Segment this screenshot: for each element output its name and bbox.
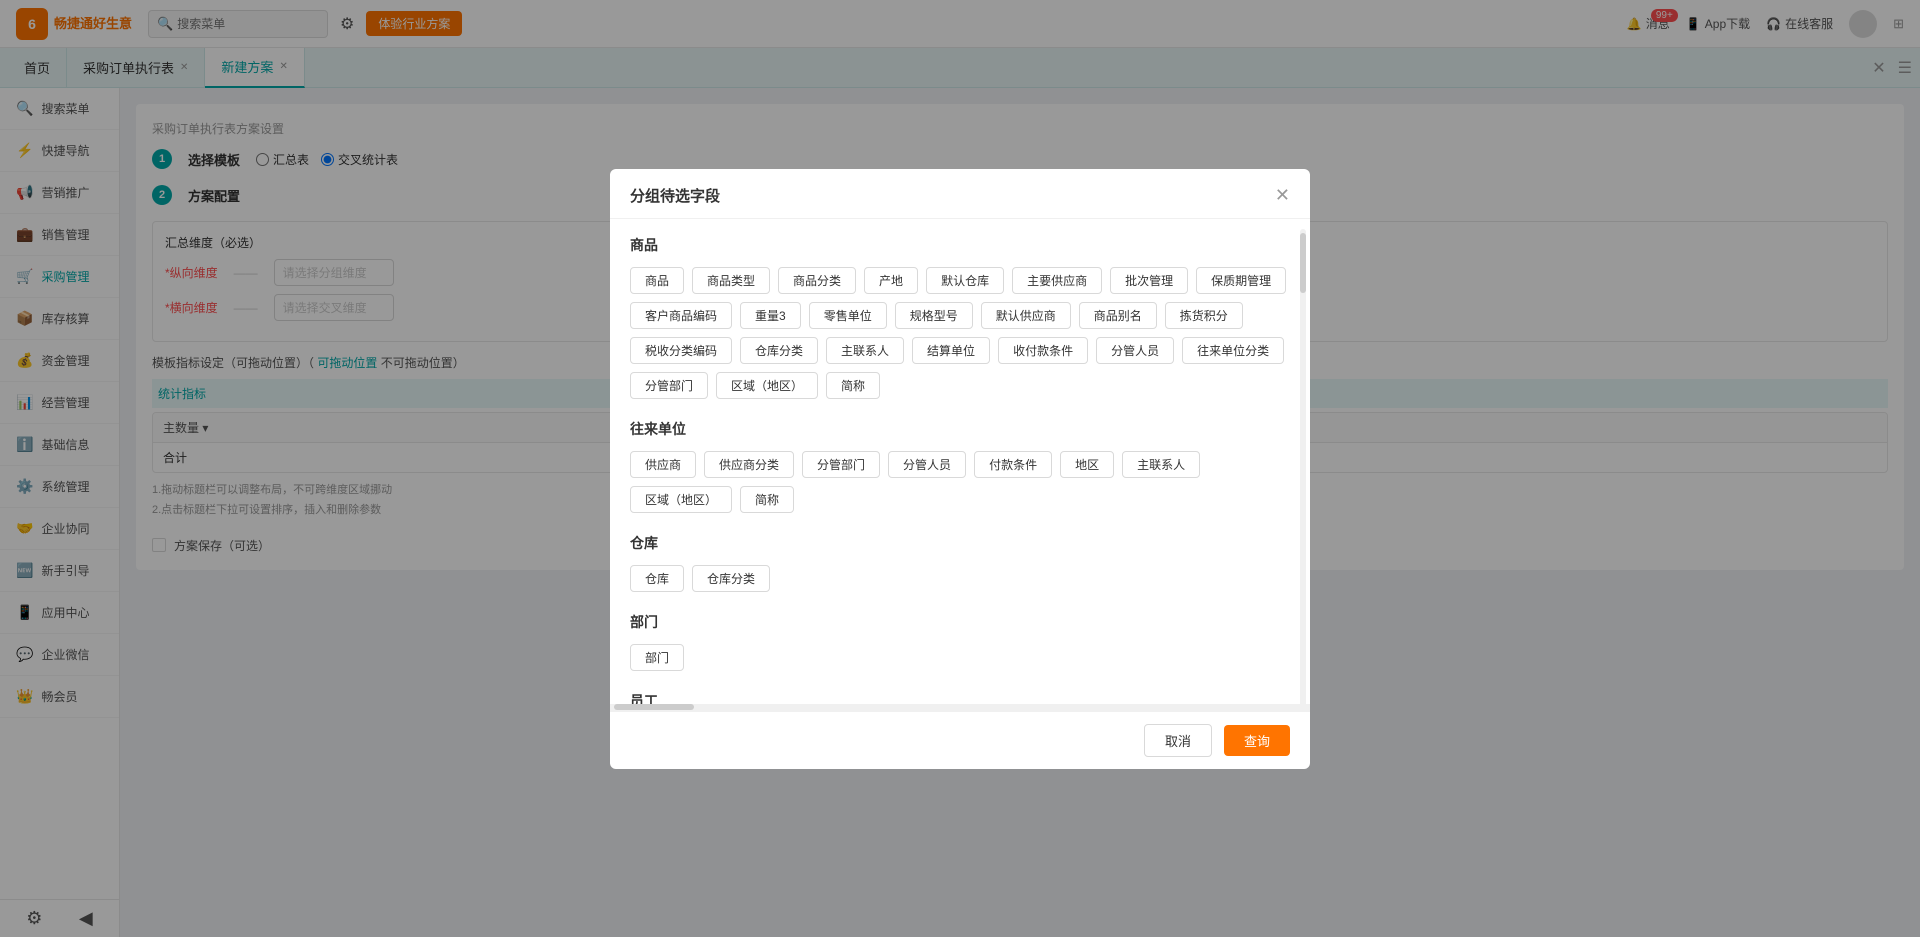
- field-goods-type[interactable]: 商品类型: [692, 267, 770, 294]
- section-partner-title: 往来单位: [630, 419, 1290, 439]
- modal-close-button[interactable]: ✕: [1275, 185, 1290, 206]
- field-goods-alias[interactable]: 商品别名: [1079, 302, 1157, 329]
- field-supplier-category[interactable]: 供应商分类: [704, 451, 794, 478]
- field-settlement-unit[interactable]: 结算单位: [912, 337, 990, 364]
- field-region[interactable]: 区域（地区）: [716, 372, 818, 399]
- field-goods-category[interactable]: 商品分类: [778, 267, 856, 294]
- field-area[interactable]: 地区: [1060, 451, 1114, 478]
- field-shelf-life[interactable]: 保质期管理: [1196, 267, 1286, 294]
- section-warehouse-title: 仓库: [630, 533, 1290, 553]
- modal-footer: 取消 查询: [610, 711, 1310, 769]
- field-spec-model[interactable]: 规格型号: [895, 302, 973, 329]
- cancel-button[interactable]: 取消: [1144, 724, 1212, 757]
- modal-body[interactable]: 商品 商品 商品类型 商品分类 产地 默认仓库 主要供应商 批次管理 保质期管理…: [610, 219, 1310, 704]
- field-manager[interactable]: 分管人员: [1096, 337, 1174, 364]
- modal-hscroll[interactable]: [610, 704, 1310, 711]
- modal-title: 分组待选字段: [630, 185, 720, 206]
- modal-header: 分组待选字段 ✕: [610, 169, 1310, 219]
- field-origin[interactable]: 产地: [864, 267, 918, 294]
- section-goods: 商品 商品 商品类型 商品分类 产地 默认仓库 主要供应商 批次管理 保质期管理…: [630, 235, 1290, 399]
- field-goods[interactable]: 商品: [630, 267, 684, 294]
- field-picking-points[interactable]: 拣货积分: [1165, 302, 1243, 329]
- modal-dialog: 分组待选字段 ✕ 商品 商品 商品类型 商品分类 产地 默认仓库 主要供应商 批…: [610, 169, 1310, 769]
- field-weight[interactable]: 重量3: [740, 302, 801, 329]
- field-warehouse-category[interactable]: 仓库分类: [740, 337, 818, 364]
- modal-hscroll-thumb: [614, 704, 694, 710]
- section-dept: 部门 部门: [630, 612, 1290, 671]
- field-supplier[interactable]: 供应商: [630, 451, 696, 478]
- section-employee-title: 员工: [630, 691, 1290, 704]
- field-main-contact2[interactable]: 主联系人: [1122, 451, 1200, 478]
- field-partner-category[interactable]: 往来单位分类: [1182, 337, 1284, 364]
- field-retail-unit[interactable]: 零售单位: [809, 302, 887, 329]
- field-payment-terms[interactable]: 收付款条件: [998, 337, 1088, 364]
- goods-field-grid: 商品 商品类型 商品分类 产地 默认仓库 主要供应商 批次管理 保质期管理 客户…: [630, 267, 1290, 399]
- field-default-supplier[interactable]: 默认供应商: [981, 302, 1071, 329]
- warehouse-field-grid: 仓库 仓库分类: [630, 565, 1290, 592]
- field-main-supplier[interactable]: 主要供应商: [1012, 267, 1102, 294]
- field-main-contact[interactable]: 主联系人: [826, 337, 904, 364]
- field-dept2[interactable]: 分管部门: [802, 451, 880, 478]
- modal-vscroll-track[interactable]: [1300, 229, 1306, 709]
- field-warehouse[interactable]: 仓库: [630, 565, 684, 592]
- section-goods-title: 商品: [630, 235, 1290, 255]
- field-batch-mgmt[interactable]: 批次管理: [1110, 267, 1188, 294]
- field-customer-code[interactable]: 客户商品编码: [630, 302, 732, 329]
- field-abbr[interactable]: 简称: [826, 372, 880, 399]
- field-default-warehouse[interactable]: 默认仓库: [926, 267, 1004, 294]
- field-dept[interactable]: 分管部门: [630, 372, 708, 399]
- dept-field-grid: 部门: [630, 644, 1290, 671]
- field-payment-condition[interactable]: 付款条件: [974, 451, 1052, 478]
- section-employee: 员工 业务员: [630, 691, 1290, 704]
- field-tax-code[interactable]: 税收分类编码: [630, 337, 732, 364]
- section-partner: 往来单位 供应商 供应商分类 分管部门 分管人员 付款条件 地区 主联系人 区域…: [630, 419, 1290, 513]
- field-manager2[interactable]: 分管人员: [888, 451, 966, 478]
- section-warehouse: 仓库 仓库 仓库分类: [630, 533, 1290, 592]
- modal-vscroll-thumb: [1300, 233, 1306, 293]
- confirm-button[interactable]: 查询: [1224, 725, 1290, 756]
- field-region2[interactable]: 区域（地区）: [630, 486, 732, 513]
- partner-field-grid: 供应商 供应商分类 分管部门 分管人员 付款条件 地区 主联系人 区域（地区） …: [630, 451, 1290, 513]
- field-dept-item[interactable]: 部门: [630, 644, 684, 671]
- modal-overlay: 分组待选字段 ✕ 商品 商品 商品类型 商品分类 产地 默认仓库 主要供应商 批…: [0, 0, 1920, 937]
- section-dept-title: 部门: [630, 612, 1290, 632]
- field-abbr2[interactable]: 简称: [740, 486, 794, 513]
- field-warehouse-cat[interactable]: 仓库分类: [692, 565, 770, 592]
